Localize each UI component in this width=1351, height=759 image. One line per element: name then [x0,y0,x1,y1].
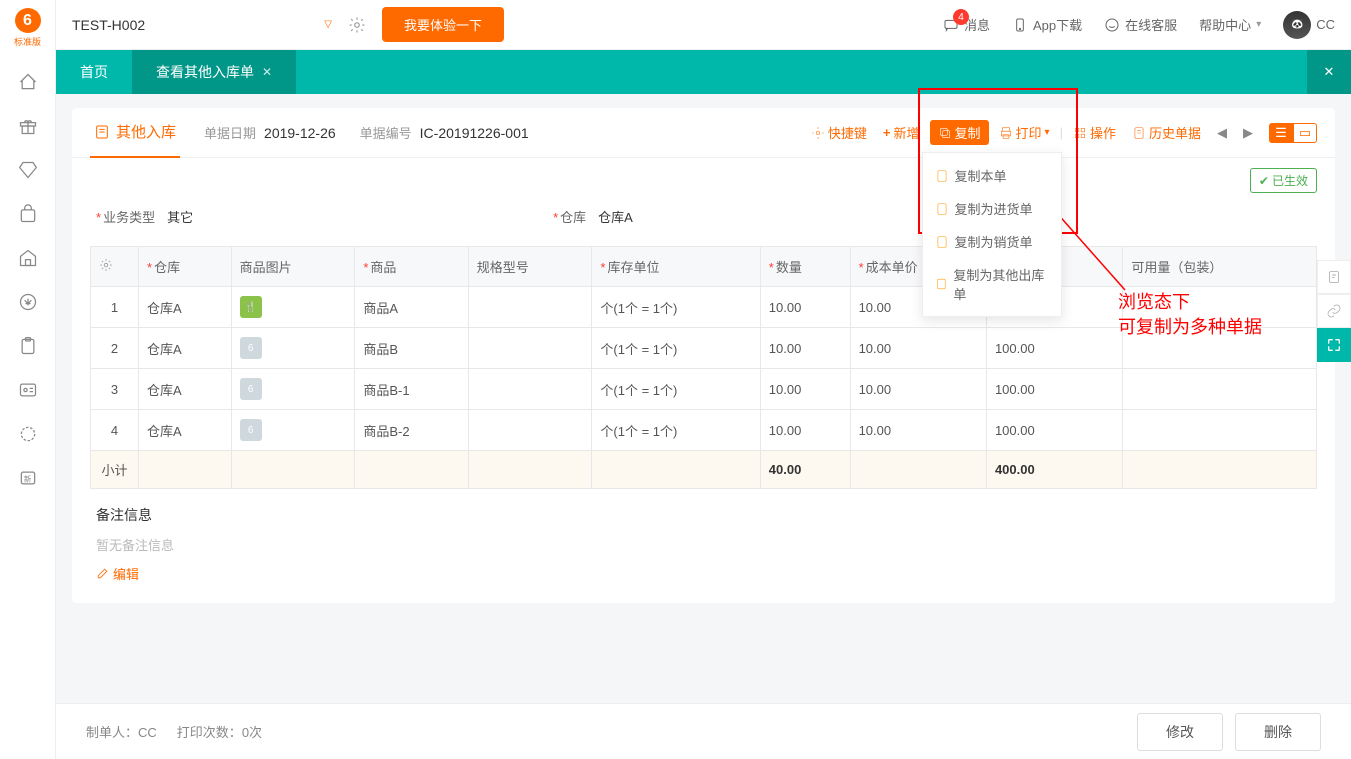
doc-footer: 制单人：CC 打印次数：0次 修改 删除 [56,703,1351,759]
table-row[interactable]: 4 仓库A 6 商品B-2 个(1个 = 1个) 10.00 10.00 100… [91,410,1317,451]
nav-bag-icon[interactable] [0,192,56,236]
online-service-link[interactable]: 在线客服 [1104,15,1177,34]
edit-remarks-button[interactable]: 编辑 [96,564,1311,583]
add-button[interactable]: +新增 [877,119,926,146]
col-image: 商品图片 [231,247,355,287]
help-center-link[interactable]: 帮助中心 ▾ [1199,15,1261,34]
table-row[interactable]: 2 仓库A 6 商品B 个(1个 = 1个) 10.00 10.00 100.0… [91,328,1317,369]
shortcut-button[interactable]: 快捷键 [805,119,873,146]
nav-id-icon[interactable] [0,368,56,412]
col-unit: *库存单位 [592,247,760,287]
settings-icon[interactable] [348,16,366,34]
right-float-toolbar [1317,260,1351,362]
app-download-link[interactable]: App下载 [1012,15,1082,34]
doc-title: 其他入库 [90,108,180,158]
tab-home[interactable]: 首页 [56,50,132,94]
col-available: 可用量（包装） [1123,247,1317,287]
table-settings-icon[interactable] [91,247,139,287]
nav-gift-icon[interactable] [0,104,56,148]
nav-money-icon[interactable] [0,280,56,324]
remarks-empty: 暂无备注信息 [96,535,1311,554]
col-warehouse: *仓库 [139,247,232,287]
col-spec: 规格型号 [468,247,592,287]
org-name: TEST-H002 [72,17,145,33]
col-product: *商品 [355,247,468,287]
list-view-icon[interactable]: ☰ [1269,123,1293,143]
warehouse-field: *仓库 仓库A [553,207,633,226]
date-label: 单据日期 [204,123,256,142]
username: CC [1316,17,1335,32]
biz-type-field: *业务类型 其它 [96,207,193,226]
float-link-icon[interactable] [1317,294,1351,328]
delete-button[interactable]: 删除 [1235,713,1321,751]
table-row[interactable]: 1 仓库A 🍴 商品A 个(1个 = 1个) 10.00 10.00 100.0… [91,287,1317,328]
svg-text:新: 新 [23,473,31,483]
nav-new-icon[interactable]: 新 [0,456,56,500]
copy-this-item[interactable]: 复制本单 [923,159,1061,192]
number-label: 单据编号 [360,123,412,142]
copy-button[interactable]: 复制 复制本单 复制为进货单 复制为销货单 复制为其他出库单 [930,120,989,145]
print-button[interactable]: 打印▾ [993,119,1056,146]
copy-sales-item[interactable]: 复制为销货单 [923,225,1061,258]
status-badge: ✔已生效 [1250,168,1317,193]
try-button[interactable]: 我要体验一下 [382,7,504,42]
logo: 6 标准版 [8,8,48,48]
history-button[interactable]: 历史单据 [1126,119,1207,146]
avatar: 🐼 [1283,11,1311,39]
remarks-title: 备注信息 [96,505,1311,525]
date-value: 2019-12-26 [264,125,336,141]
user-menu[interactable]: 🐼 CC [1283,11,1335,39]
float-expand-icon[interactable] [1317,328,1351,362]
creator-info: 制单人：CC [86,722,157,741]
logo-icon: 6 [15,8,41,33]
nav-home-icon[interactable] [0,60,56,104]
card-view-icon[interactable]: ▭ [1293,123,1317,143]
close-all-tabs[interactable]: ✕ [1307,50,1351,94]
org-selector[interactable]: TEST-H002 ▽ [72,17,332,33]
subtotal-row: 小计40.00400.00 [91,451,1317,489]
nav-warehouse-icon[interactable] [0,236,56,280]
nav-clipboard-icon[interactable] [0,324,56,368]
copy-other-out-item[interactable]: 复制为其他出库单 [923,258,1061,310]
top-header: TEST-H002 ▽ 我要体验一下 消息 4 App下载 在线客服 [56,0,1351,50]
left-sidebar: 6 标准版 新 [0,0,56,759]
copy-dropdown: 复制本单 复制为进货单 复制为销货单 复制为其他出库单 [922,152,1062,317]
close-icon[interactable]: ✕ [262,65,272,79]
print-count-info: 打印次数：0次 [177,722,262,741]
number-value: IC-20191226-001 [420,125,529,141]
items-table: *仓库 商品图片 *商品 规格型号 *库存单位 *数量 *成本单价 *成本金额 … [90,246,1317,489]
modify-button[interactable]: 修改 [1137,713,1223,751]
next-button[interactable]: ▶ [1237,121,1259,145]
col-qty: *数量 [760,247,850,287]
messages-badge: 4 [953,9,969,25]
messages-link[interactable]: 消息 4 [943,15,990,34]
logo-text: 标准版 [14,35,41,48]
operate-button[interactable]: 操作 [1067,119,1122,146]
nav-sync-icon[interactable] [0,412,56,456]
table-row[interactable]: 3 仓库A 6 商品B-1 个(1个 = 1个) 10.00 10.00 100… [91,369,1317,410]
copy-purchase-item[interactable]: 复制为进货单 [923,192,1061,225]
float-note-icon[interactable] [1317,260,1351,294]
chevron-down-icon: ▽ [324,19,332,30]
prev-button[interactable]: ◀ [1211,121,1233,145]
tabs-bar: 首页 查看其他入库单 ✕ ✕ [56,50,1351,94]
tab-current[interactable]: 查看其他入库单 ✕ [132,50,296,94]
nav-diamond-icon[interactable] [0,148,56,192]
doc-toolbar: 其他入库 单据日期 2019-12-26 单据编号 IC-20191226-00… [72,108,1335,158]
